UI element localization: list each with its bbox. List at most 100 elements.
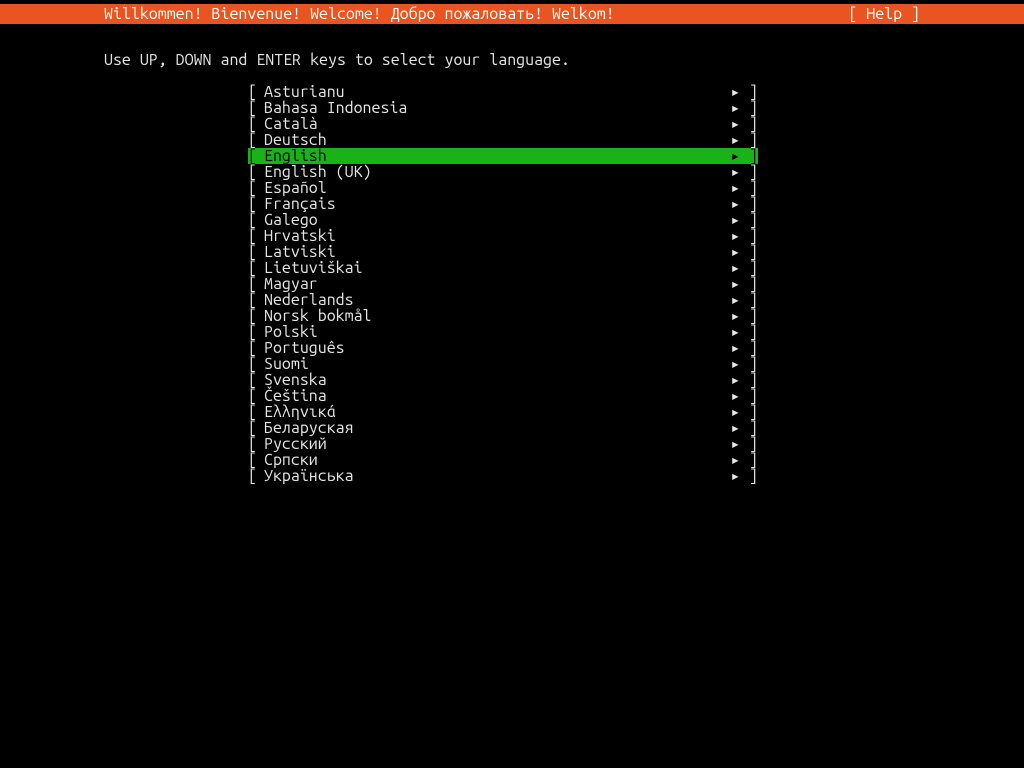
language-label: Hrvatski [264,228,336,244]
language-label: Latviski [264,244,336,260]
language-option[interactable]: [ Polski▸ ] [248,324,758,340]
header-title: Willkommen! Bienvenue! Welcome! Добро по… [104,6,615,22]
bracket-open: [ [248,196,264,212]
bracket-open: [ [248,100,264,116]
bracket-open: [ [248,372,264,388]
language-label: Español [264,180,327,196]
bracket-open: [ [248,292,264,308]
chevron-right-icon: ▸ [730,404,740,420]
chevron-right-icon: ▸ [730,436,740,452]
language-option[interactable]: [ Deutsch▸ ] [248,132,758,148]
language-option[interactable]: [ Català▸ ] [248,116,758,132]
language-option[interactable]: [ Português▸ ] [248,340,758,356]
option-right: ▸ ] [730,356,758,372]
language-label: Српски [264,452,318,468]
language-option[interactable]: [ Asturianu ▸ ] [248,84,758,100]
language-option[interactable]: [ Bahasa Indonesia ▸ ] [248,100,758,116]
bracket-open: [ [248,420,264,436]
language-label: Polski [264,324,318,340]
bracket-open: [ [248,148,264,164]
language-option[interactable]: [ English ▸ ] [248,148,758,164]
language-label: Suomi [264,356,309,372]
bracket-open: [ [248,84,264,100]
chevron-right-icon: ▸ [730,356,740,372]
language-label: Беларуская [264,420,354,436]
bracket-open: [ [248,212,264,228]
option-right: ▸ ] [730,340,758,356]
option-right: ▸ ] [730,180,758,196]
option-right: ▸ ] [730,292,758,308]
language-option[interactable]: [ English (UK)▸ ] [248,164,758,180]
chevron-right-icon: ▸ [730,276,740,292]
language-label: Русский [264,436,327,452]
option-right: ▸ ] [730,132,758,148]
language-option[interactable]: [ Беларуская ▸ ] [248,420,758,436]
chevron-right-icon: ▸ [730,244,740,260]
option-right: ▸ ] [730,436,758,452]
bracket-open: [ [248,132,264,148]
language-label: Asturianu [264,84,345,100]
language-option[interactable]: [ Svenska▸ ] [248,372,758,388]
instruction-text: Use UP, DOWN and ENTER keys to select yo… [104,52,570,68]
chevron-right-icon: ▸ [730,420,740,436]
bracket-open: [ [248,468,264,484]
language-list: [ Asturianu▸ ][ Bahasa Indonesia▸ ][ Cat… [248,84,758,484]
language-option[interactable]: [ Français▸ ] [248,196,758,212]
option-right: ▸ ] [730,404,758,420]
option-right: ▸ ] [730,468,758,484]
chevron-right-icon: ▸ [730,180,740,196]
language-option[interactable]: [ Galego ▸ ] [248,212,758,228]
option-right: ▸ ] [730,324,758,340]
language-option[interactable]: [ Latviski▸ ] [248,244,758,260]
language-label: Bahasa Indonesia [264,100,407,116]
option-right: ▸ ] [730,260,758,276]
chevron-right-icon: ▸ [730,212,740,228]
chevron-right-icon: ▸ [730,292,740,308]
language-option[interactable]: [ Suomi▸ ] [248,356,758,372]
language-option[interactable]: [ Ελληνικά ▸ ] [248,404,758,420]
chevron-right-icon: ▸ [730,164,740,180]
option-right: ▸ ] [730,148,758,164]
chevron-right-icon: ▸ [730,148,740,164]
option-right: ▸ ] [730,420,758,436]
language-option[interactable]: [ Nederlands▸ ] [248,292,758,308]
chevron-right-icon: ▸ [730,116,740,132]
chevron-right-icon: ▸ [730,468,740,484]
bracket-open: [ [248,340,264,356]
chevron-right-icon: ▸ [730,260,740,276]
bracket-open: [ [248,388,264,404]
option-right: ▸ ] [730,196,758,212]
language-option[interactable]: [ Norsk bokmål▸ ] [248,308,758,324]
bracket-open: [ [248,228,264,244]
chevron-right-icon: ▸ [730,372,740,388]
chevron-right-icon: ▸ [730,340,740,356]
bracket-open: [ [248,404,264,420]
option-right: ▸ ] [730,212,758,228]
language-label: Ελληνικά [264,404,336,420]
language-label: Svenska [264,372,327,388]
help-button[interactable]: [ Help ] [848,6,920,22]
language-label: English [264,148,327,164]
language-option[interactable]: [ Magyar▸ ] [248,276,758,292]
header-bar: Willkommen! Bienvenue! Welcome! Добро по… [0,4,1024,24]
option-right: ▸ ] [730,308,758,324]
language-label: Čeština [264,388,327,404]
language-option[interactable]: [ Čeština▸ ] [248,388,758,404]
chevron-right-icon: ▸ [730,84,740,100]
language-option[interactable]: [ Українська ▸ ] [248,468,758,484]
language-label: Galego [264,212,318,228]
option-right: ▸ ] [730,452,758,468]
language-label: Українська [264,468,354,484]
language-label: Lietuviškai [264,260,363,276]
chevron-right-icon: ▸ [730,308,740,324]
chevron-right-icon: ▸ [730,132,740,148]
option-right: ▸ ] [730,84,758,100]
language-option[interactable]: [ Hrvatski▸ ] [248,228,758,244]
chevron-right-icon: ▸ [730,452,740,468]
language-option[interactable]: [ Српски▸ ] [248,452,758,468]
language-option[interactable]: [ Lietuviškai▸ ] [248,260,758,276]
bracket-open: [ [248,164,264,180]
option-right: ▸ ] [730,100,758,116]
language-option[interactable]: [ Русский▸ ] [248,436,758,452]
language-option[interactable]: [ Español▸ ] [248,180,758,196]
